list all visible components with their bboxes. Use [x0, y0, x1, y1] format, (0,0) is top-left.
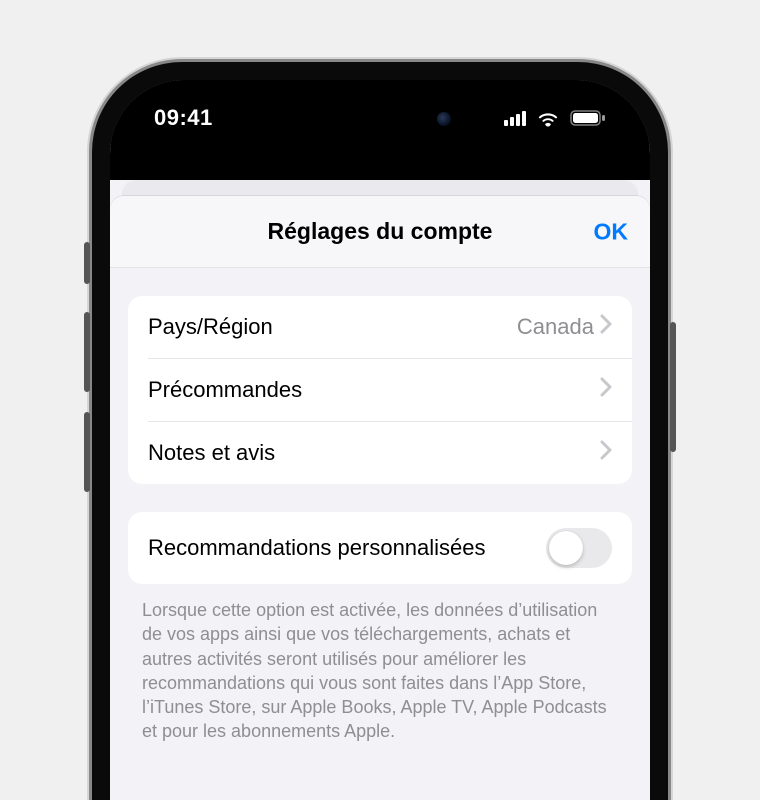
chevron-right-icon [600, 440, 612, 466]
battery-icon [570, 109, 606, 127]
front-camera-icon [437, 112, 451, 126]
power-button [670, 322, 676, 452]
dynamic-island [295, 98, 465, 140]
personalized-recommendations-row: Recommandations personnalisées [128, 512, 632, 584]
personalized-recommendations-toggle[interactable] [546, 528, 612, 568]
screen: 09:41 Réglages du compte OK [110, 80, 650, 800]
page-title: Réglages du compte [268, 218, 493, 245]
ratings-reviews-label: Notes et avis [148, 440, 600, 466]
country-region-row[interactable]: Pays/Région Canada [128, 296, 632, 358]
country-region-value: Canada [517, 314, 594, 340]
ratings-reviews-row[interactable]: Notes et avis [128, 422, 632, 484]
cellular-icon [504, 110, 526, 126]
chevron-right-icon [600, 377, 612, 403]
country-region-label: Pays/Région [148, 314, 517, 340]
toggle-knob [549, 531, 583, 565]
account-settings-sheet: Réglages du compte OK Pays/Région Canada… [110, 196, 650, 800]
settings-group-2: Recommandations personnalisées [128, 512, 632, 584]
settings-group-1: Pays/Région Canada Précommandes Notes et… [128, 296, 632, 484]
sheet-header: Réglages du compte OK [110, 196, 650, 268]
volume-down-button [84, 412, 90, 492]
phone-frame: 09:41 Réglages du compte OK [92, 62, 668, 800]
done-button[interactable]: OK [594, 218, 629, 245]
chevron-right-icon [600, 314, 612, 340]
footer-description: Lorsque cette option est activée, les do… [142, 598, 618, 744]
status-bar: 09:41 [110, 80, 650, 144]
wifi-icon [536, 109, 560, 127]
status-time: 09:41 [154, 105, 213, 131]
preorders-label: Précommandes [148, 377, 600, 403]
side-button [84, 242, 90, 284]
preorders-row[interactable]: Précommandes [128, 359, 632, 421]
personalized-recommendations-label: Recommandations personnalisées [148, 534, 546, 562]
volume-up-button [84, 312, 90, 392]
status-icons [504, 109, 606, 127]
